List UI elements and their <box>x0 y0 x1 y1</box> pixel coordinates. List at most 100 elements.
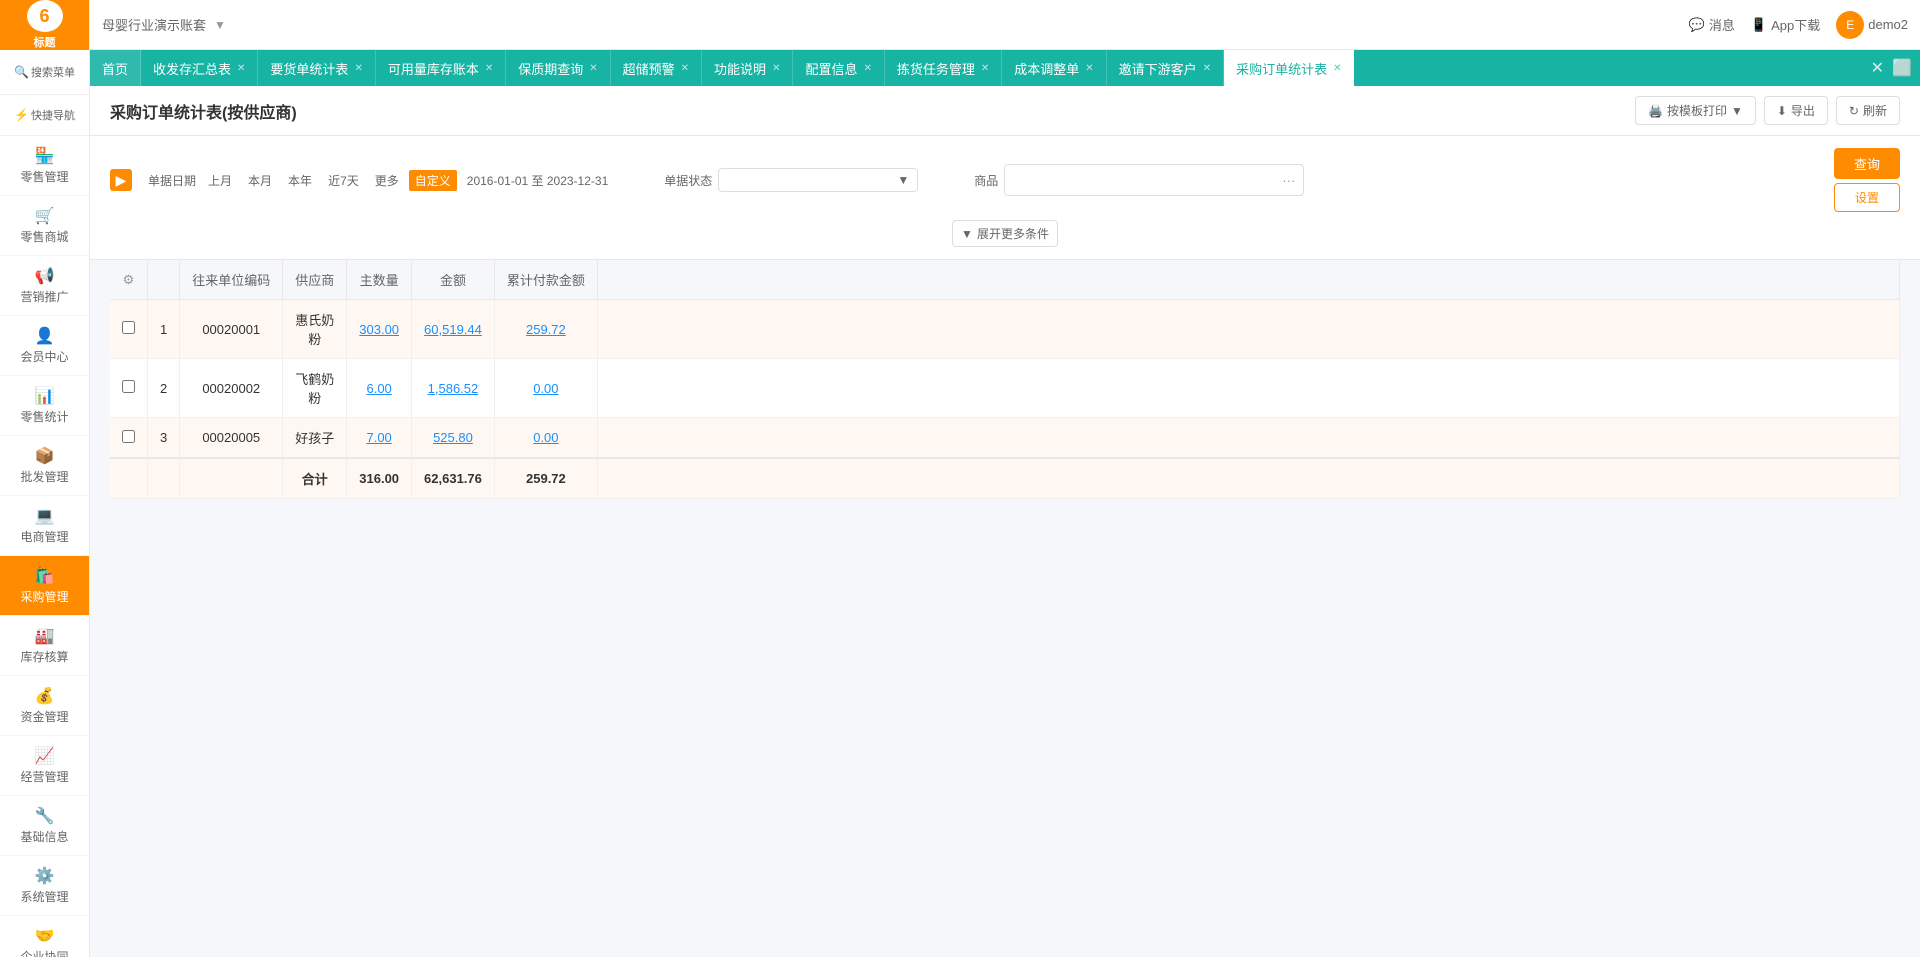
row1-amount-link[interactable]: 60,519.44 <box>424 322 482 337</box>
tab-pick-task[interactable]: 拣货任务管理 ✕ <box>885 50 1002 86</box>
nav-tabs-actions: ✕ ⬜ <box>1863 50 1920 86</box>
app-download-button[interactable]: 📱 App下载 <box>1751 15 1820 34</box>
date-shortcut-this-month[interactable]: 本月 <box>242 170 278 191</box>
sidebar-item-finance[interactable]: 💰 资金管理 <box>0 676 89 736</box>
status-select[interactable]: ▼ <box>718 168 918 192</box>
tab-expiry[interactable]: 保质期查询 ✕ <box>506 50 610 86</box>
app-download-label: App下载 <box>1771 15 1820 34</box>
footer-amount: 62,631.76 <box>412 458 495 499</box>
topbar-left: 母婴行业演示账套 ▼ <box>102 15 226 34</box>
tab-collect-close[interactable]: ✕ <box>237 63 245 74</box>
app-logo-text: 标题 <box>34 34 56 50</box>
sidebar-item-operations[interactable]: 📈 经营管理 <box>0 736 89 796</box>
expand-more-button[interactable]: ▼ 展开更多条件 <box>952 220 1058 247</box>
column-settings-icon[interactable]: ⚙ <box>123 272 135 287</box>
row2-paid: 0.00 <box>494 359 597 418</box>
row3-checkbox-input[interactable] <box>122 430 135 443</box>
tab-invite-close[interactable]: ✕ <box>1203 63 1211 74</box>
workspace-dropdown-arrow[interactable]: ▼ <box>214 18 226 32</box>
row2-checkbox-input[interactable] <box>122 380 135 393</box>
tab-order-stat[interactable]: 要货单统计表 ✕ <box>258 50 375 86</box>
footer-paid: 259.72 <box>494 458 597 499</box>
maximize-tab-button[interactable]: ⬜ <box>1892 58 1912 78</box>
row1-quantity-link[interactable]: 303.00 <box>359 322 399 337</box>
tab-inventory[interactable]: 可用量库存账本 ✕ <box>376 50 506 86</box>
search-menu-item[interactable]: 🔍 搜索菜单 <box>6 58 83 86</box>
sidebar-item-member[interactable]: 👤 会员中心 <box>0 316 89 376</box>
user-menu[interactable]: E demo2 <box>1836 11 1908 39</box>
tab-func-desc-close[interactable]: ✕ <box>772 63 780 74</box>
row3-amount-link[interactable]: 525.80 <box>433 430 473 445</box>
tab-collect[interactable]: 收发存汇总表 ✕ <box>141 50 258 86</box>
quick-nav-item[interactable]: ⚡ 快捷导航 <box>0 99 89 131</box>
row3-num: 3 <box>148 418 180 459</box>
topbar: 母婴行业演示账套 ▼ 💬 消息 📱 App下载 E demo2 <box>90 0 1920 50</box>
tab-expiry-close[interactable]: ✕ <box>589 63 597 74</box>
row3-unit-code: 00020005 <box>180 418 283 459</box>
sidebar-item-purchase[interactable]: 🛍️ 采购管理 <box>0 556 89 616</box>
close-tab-button[interactable]: ✕ <box>1871 58 1884 78</box>
sidebar-item-system[interactable]: ⚙️ 系统管理 <box>0 856 89 916</box>
date-shortcut-this-year[interactable]: 本年 <box>282 170 318 191</box>
row3-supplier: 好孩子 <box>283 418 347 459</box>
th-num <box>148 260 180 300</box>
tab-inventory-close[interactable]: ✕ <box>485 63 493 74</box>
tab-invite[interactable]: 邀请下游客户 ✕ <box>1107 50 1224 86</box>
tab-cost-adj[interactable]: 成本调整单 ✕ <box>1002 50 1106 86</box>
filter-more-row: ▼ 展开更多条件 <box>110 220 1900 247</box>
row3-checkbox[interactable] <box>110 418 148 459</box>
tab-cost-adj-close[interactable]: ✕ <box>1085 63 1093 74</box>
row3-paid-link[interactable]: 0.00 <box>533 430 558 445</box>
operations-icon: 📈 <box>35 746 55 766</box>
table-wrapper: ⚙ 往来单位编码 供应商 主数量 金额 累计付款金额 <box>90 260 1920 957</box>
row2-paid-link[interactable]: 0.00 <box>533 381 558 396</box>
sidebar-item-retail[interactable]: 🏪 零售管理 <box>0 136 89 196</box>
message-button[interactable]: 💬 消息 <box>1689 15 1735 34</box>
row1-checkbox[interactable] <box>110 300 148 359</box>
date-shortcut-7days[interactable]: 近7天 <box>322 170 365 191</box>
sidebar-item-retail-shop[interactable]: 🛒 零售商城 <box>0 196 89 256</box>
date-custom-label[interactable]: 自定义 <box>409 170 457 191</box>
row2-amount-link[interactable]: 1,586.52 <box>428 381 479 396</box>
row2-checkbox[interactable] <box>110 359 148 418</box>
filter-expand-button[interactable]: ▶ <box>110 169 132 191</box>
sidebar-item-inventory[interactable]: 🏭 库存核算 <box>0 616 89 676</box>
sidebar-item-ecommerce[interactable]: 💻 电商管理 <box>0 496 89 556</box>
tab-pick-task-close[interactable]: ✕ <box>981 63 989 74</box>
sidebar-item-basic[interactable]: 🔧 基础信息 <box>0 796 89 856</box>
tab-cost-adj-label: 成本调整单 <box>1014 59 1079 78</box>
footer-label <box>180 458 283 499</box>
goods-search-input[interactable] <box>1013 169 1282 191</box>
row2-quantity: 6.00 <box>347 359 412 418</box>
date-shortcut-more[interactable]: 更多 <box>369 170 405 191</box>
export-button[interactable]: ⬇ 导出 <box>1764 96 1828 125</box>
row3-quantity-link[interactable]: 7.00 <box>366 430 391 445</box>
tab-purchase-stat[interactable]: 采购订单统计表 ✕ <box>1224 50 1354 86</box>
tab-home[interactable]: 首页 <box>90 50 141 86</box>
row2-quantity-link[interactable]: 6.00 <box>366 381 391 396</box>
print-button[interactable]: 🖨️ 按模板打印 ▼ <box>1635 96 1756 125</box>
status-filter: 单据状态 ▼ <box>664 168 918 192</box>
query-button[interactable]: 查询 <box>1834 148 1900 179</box>
row1-paid-link[interactable]: 259.72 <box>526 322 566 337</box>
tab-overstock[interactable]: 超储预警 ✕ <box>611 50 702 86</box>
avatar: E <box>1836 11 1864 39</box>
refresh-button[interactable]: ↻ 刷新 <box>1836 96 1900 125</box>
tab-overstock-close[interactable]: ✕ <box>681 63 689 74</box>
tab-config[interactable]: 配置信息 ✕ <box>793 50 884 86</box>
sidebar-item-marketing[interactable]: 📢 营销推广 <box>0 256 89 316</box>
sidebar-item-ecommerce-label: 电商管理 <box>20 528 68 545</box>
date-shortcut-last-month[interactable]: 上月 <box>202 170 238 191</box>
tab-order-stat-close[interactable]: ✕ <box>354 63 362 74</box>
row3-quantity: 7.00 <box>347 418 412 459</box>
tab-config-close[interactable]: ✕ <box>863 63 871 74</box>
sidebar-item-retail-stat[interactable]: 📊 零售统计 <box>0 376 89 436</box>
settings-button[interactable]: 设置 <box>1834 183 1900 212</box>
sidebar-item-enterprise[interactable]: 🤝 企业协同 <box>0 916 89 957</box>
tab-func-desc[interactable]: 功能说明 ✕ <box>702 50 793 86</box>
tab-purchase-stat-close[interactable]: ✕ <box>1333 63 1341 74</box>
row1-checkbox-input[interactable] <box>122 321 135 334</box>
sidebar-item-wholesale[interactable]: 📦 批发管理 <box>0 436 89 496</box>
goods-input-wrapper[interactable]: ··· <box>1004 164 1304 196</box>
table-scroll[interactable]: ⚙ 往来单位编码 供应商 主数量 金额 累计付款金额 <box>90 260 1920 957</box>
